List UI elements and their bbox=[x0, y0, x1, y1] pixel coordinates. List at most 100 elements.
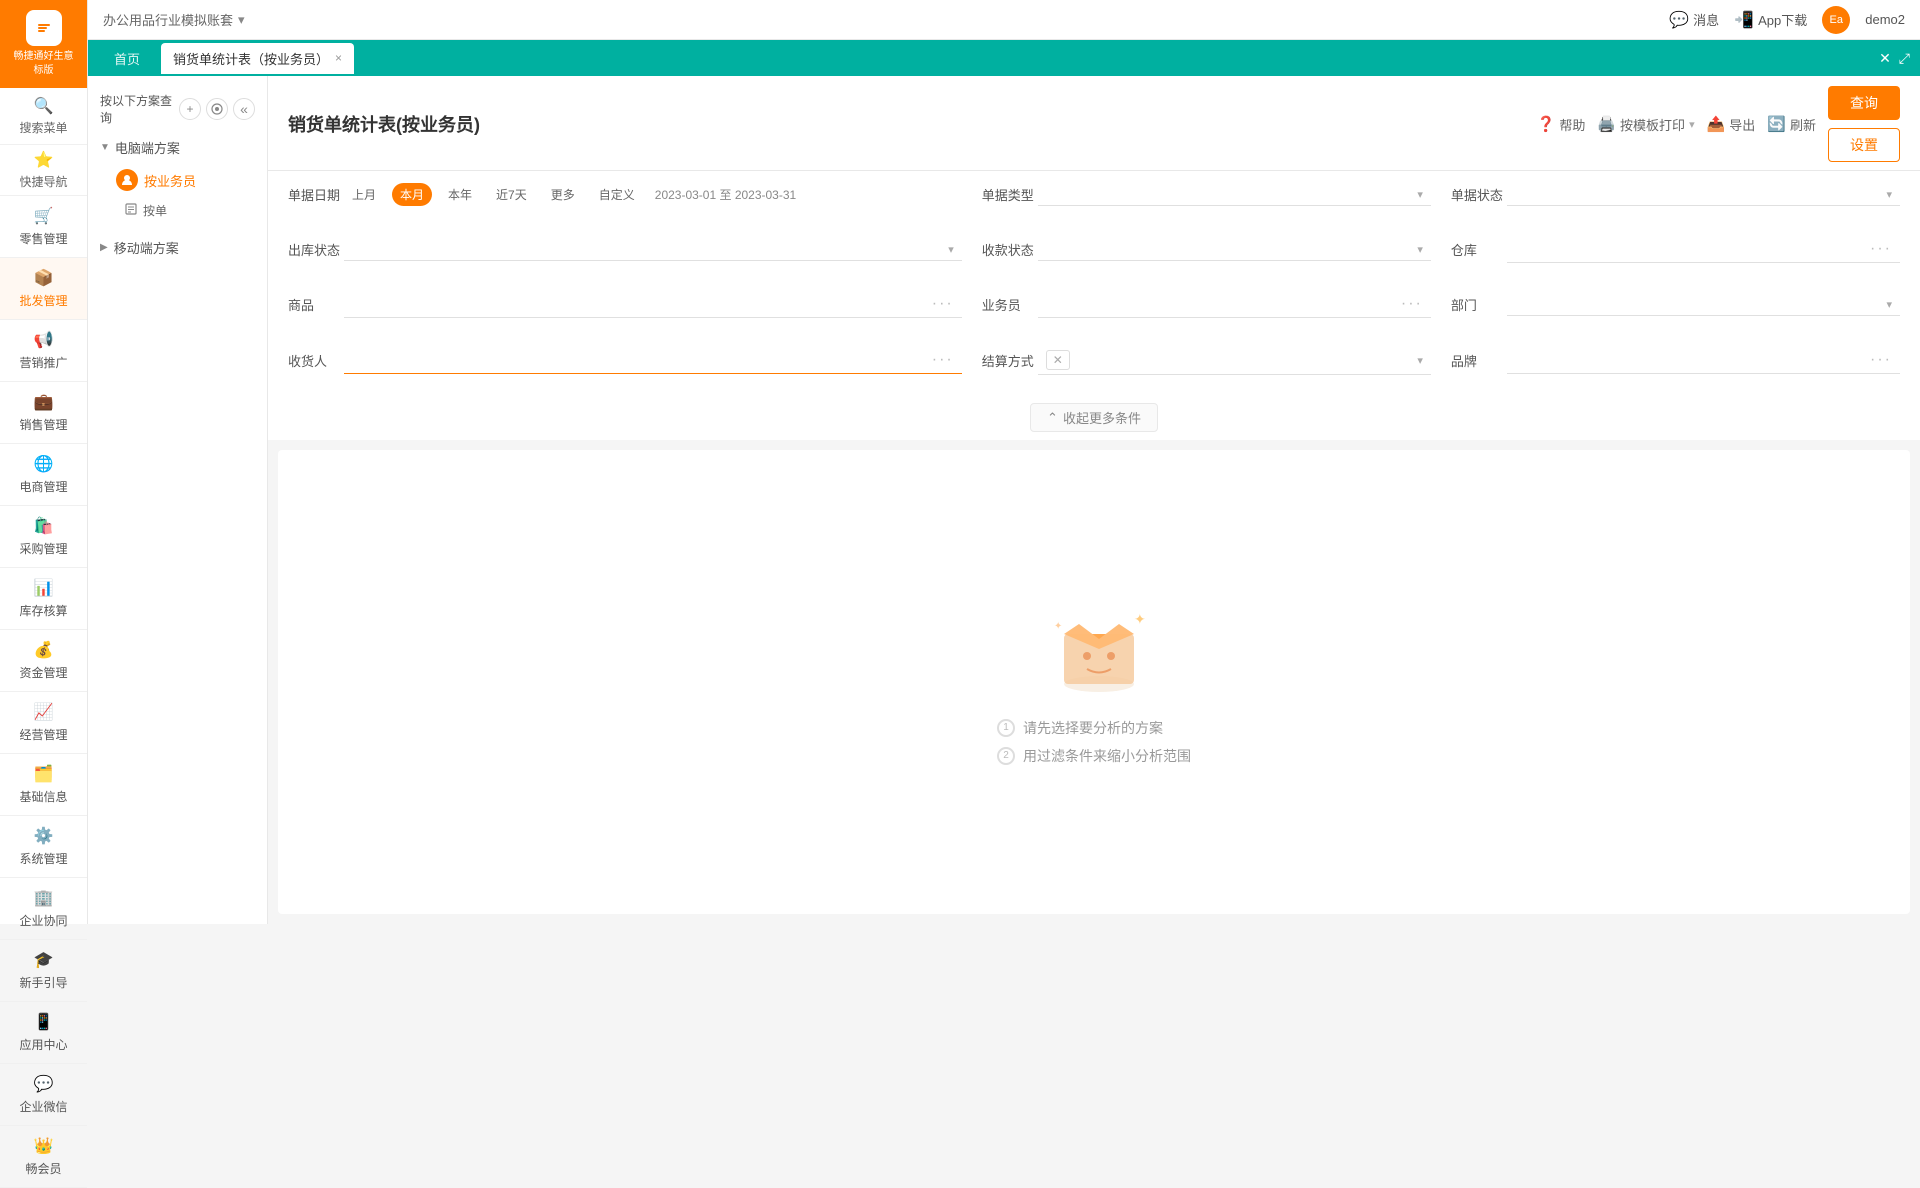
breadcrumb: 办公用品行业模拟账套 ▾ bbox=[103, 10, 1669, 29]
sidebar-item-operations[interactable]: 📈 经营管理 bbox=[0, 692, 87, 754]
print-dropdown-icon[interactable]: ▾ bbox=[1689, 118, 1695, 131]
collapse-panel-btn[interactable]: « bbox=[233, 98, 255, 120]
order-type-input[interactable]: ▾ bbox=[1038, 184, 1431, 206]
sidebar-item-member[interactable]: 👑 畅会员 bbox=[0, 1126, 87, 1188]
purchase-icon: 🛍️ bbox=[34, 516, 54, 536]
sidebar-item-retail[interactable]: 🛒 零售管理 bbox=[0, 196, 87, 258]
department-input[interactable]: ▾ bbox=[1507, 294, 1900, 316]
date-btn-custom[interactable]: 自定义 bbox=[591, 183, 643, 206]
tab-active[interactable]: 销货单统计表（按业务员） × bbox=[161, 43, 354, 74]
sidebar-item-purchase[interactable]: 🛍️ 采购管理 bbox=[0, 506, 87, 568]
filter-row-4: 收货人 ··· 结算方式 ✕ ▾ bbox=[288, 338, 1900, 383]
filter-department-field: 部门 ▾ bbox=[1451, 294, 1900, 316]
sidebar-inventory-label: 库存核算 bbox=[19, 602, 67, 619]
warehouse-input[interactable]: ··· bbox=[1507, 236, 1900, 263]
sidebar-logo[interactable]: 畅捷通好生意 标版 bbox=[0, 0, 87, 88]
settlement-input[interactable]: ✕ ▾ bbox=[1038, 346, 1431, 375]
date-btn-last-month[interactable]: 上月 bbox=[344, 183, 384, 206]
filter-recipient-field: 收货人 ··· bbox=[288, 347, 962, 374]
stock-status-dropdown-icon: ▾ bbox=[948, 243, 954, 256]
sidebar-item-system[interactable]: ⚙️ 系统管理 bbox=[0, 816, 87, 878]
app-download-btn[interactable]: 📲 App下载 bbox=[1734, 10, 1807, 30]
empty-hint-2-text: 用过滤条件来缩小分析范围 bbox=[1023, 742, 1191, 770]
messages-icon: 💬 bbox=[1669, 10, 1689, 30]
salesperson-more-icon: ··· bbox=[1401, 295, 1423, 313]
inventory-icon: 📊 bbox=[34, 578, 54, 598]
sidebar-item-marketing[interactable]: 📢 营销推广 bbox=[0, 320, 87, 382]
filter-row-3: 商品 ··· 业务员 ··· 部门 bbox=[288, 283, 1900, 326]
print-btn[interactable]: 🖨️ 按模板打印 ▾ bbox=[1597, 115, 1694, 134]
sales-icon: 💼 bbox=[34, 392, 54, 412]
tab-bar: 首页 销货单统计表（按业务员） × ✕ ⤢ bbox=[88, 40, 1920, 76]
refresh-btn[interactable]: 🔄 刷新 bbox=[1767, 115, 1816, 134]
empty-text: 1 请先选择要分析的方案 2 用过滤条件来缩小分析范围 bbox=[997, 714, 1191, 770]
tab-close-window-btn[interactable]: ✕ bbox=[1879, 50, 1891, 67]
sidebar-wechat-label: 企业微信 bbox=[19, 1098, 67, 1115]
export-btn[interactable]: 📤 导出 bbox=[1707, 115, 1756, 134]
add-scheme-btn[interactable]: + bbox=[179, 98, 201, 120]
sidebar-operations-label: 经营管理 bbox=[19, 726, 67, 743]
sidebar-item-appstore[interactable]: 📱 应用中心 bbox=[0, 1002, 87, 1064]
messages-btn[interactable]: 💬 消息 bbox=[1669, 10, 1719, 30]
salesperson-input[interactable]: ··· bbox=[1038, 291, 1431, 318]
quick-nav-icon: ⭐ bbox=[34, 150, 54, 170]
sidebar-item-sales[interactable]: 💼 销售管理 bbox=[0, 382, 87, 444]
scheme-group-mobile[interactable]: ▶ 移动端方案 bbox=[88, 232, 267, 263]
settings-btn[interactable]: 设置 bbox=[1828, 128, 1900, 162]
salesperson-label: 业务员 bbox=[982, 295, 1038, 314]
filter-order-status-field: 单据状态 ▾ bbox=[1451, 184, 1900, 206]
user-avatar[interactable]: Ea bbox=[1822, 6, 1850, 34]
date-btn-last-7-days[interactable]: 近7天 bbox=[488, 183, 535, 206]
tab-close-btn[interactable]: × bbox=[335, 51, 342, 65]
sidebar-marketing-label: 营销推广 bbox=[19, 354, 67, 371]
sidebar-quick-nav[interactable]: ⭐ 快捷导航 bbox=[0, 145, 87, 196]
date-btn-this-year[interactable]: 本年 bbox=[440, 183, 480, 206]
product-input[interactable]: ··· bbox=[344, 291, 962, 318]
empty-hint-1: 1 请先选择要分析的方案 bbox=[997, 714, 1191, 742]
sidebar-item-finance[interactable]: 💰 资金管理 bbox=[0, 630, 87, 692]
left-panel-actions: + « bbox=[179, 98, 255, 120]
scheme-group-desktop-label[interactable]: ▼ 电脑端方案 bbox=[96, 132, 259, 163]
sidebar-item-inventory[interactable]: 📊 库存核算 bbox=[0, 568, 87, 630]
settlement-tag-close[interactable]: ✕ bbox=[1053, 353, 1063, 367]
scheme-item-by-order[interactable]: 按单 bbox=[96, 197, 259, 224]
query-btn[interactable]: 查询 bbox=[1828, 86, 1900, 120]
scheme-mobile-label: 移动端方案 bbox=[114, 238, 179, 257]
scheme-item-by-salesperson[interactable]: 按业务员 bbox=[96, 163, 259, 197]
logo-text: 畅捷通好生意 标版 bbox=[14, 50, 74, 78]
edit-scheme-btn[interactable] bbox=[206, 98, 228, 120]
svg-text:✦: ✦ bbox=[1134, 611, 1146, 627]
left-panel: 按以下方案查询 + « ▼ 电脑端方案 bbox=[88, 76, 268, 924]
top-bar-actions: 💬 消息 📲 App下载 Ea demo2 bbox=[1669, 6, 1905, 34]
brand-input[interactable]: ··· bbox=[1507, 347, 1900, 374]
sidebar-item-enterprise[interactable]: 🏢 企业协同 bbox=[0, 878, 87, 940]
order-status-input[interactable]: ▾ bbox=[1507, 184, 1900, 206]
page-header: 销货单统计表(按业务员) ❓ 帮助 🖨️ 按模板打印 ▾ 📤 导出 bbox=[268, 76, 1920, 171]
help-btn[interactable]: ❓ 帮助 bbox=[1537, 115, 1586, 134]
filter-warehouse-field: 仓库 ··· bbox=[1451, 236, 1900, 263]
date-btn-this-month[interactable]: 本月 bbox=[392, 183, 432, 206]
newbie-icon: 🎓 bbox=[34, 950, 54, 970]
empty-dot-1: 1 bbox=[997, 719, 1015, 737]
sidebar-item-wholesale[interactable]: 📦 批发管理 bbox=[0, 258, 87, 320]
warehouse-label: 仓库 bbox=[1451, 240, 1507, 259]
collapse-row: ⌃ 收起更多条件 bbox=[288, 395, 1900, 440]
sidebar-item-wechat[interactable]: 💬 企业微信 bbox=[0, 1064, 87, 1126]
sidebar-item-ecommerce[interactable]: 🌐 电商管理 bbox=[0, 444, 87, 506]
finance-icon: 💰 bbox=[34, 640, 54, 660]
breadcrumb-dropdown[interactable]: ▾ bbox=[238, 12, 245, 28]
sidebar-item-newbie[interactable]: 🎓 新手引导 bbox=[0, 940, 87, 1002]
sidebar-item-basic[interactable]: 🗂️ 基础信息 bbox=[0, 754, 87, 816]
member-icon: 👑 bbox=[34, 1136, 54, 1156]
retail-icon: 🛒 bbox=[34, 206, 54, 226]
tab-home[interactable]: 首页 bbox=[98, 43, 156, 74]
collapse-more-btn[interactable]: ⌃ 收起更多条件 bbox=[1030, 403, 1158, 432]
stock-status-input[interactable]: ▾ bbox=[344, 239, 962, 261]
tab-maximize-btn[interactable]: ⤢ bbox=[1899, 50, 1910, 67]
recipient-input[interactable]: ··· bbox=[344, 347, 962, 374]
sidebar-search-item[interactable]: 🔍 搜索菜单 bbox=[0, 88, 87, 145]
payment-status-input[interactable]: ▾ bbox=[1038, 239, 1431, 261]
sidebar-ecommerce-label: 电商管理 bbox=[19, 478, 67, 495]
date-btn-more[interactable]: 更多 bbox=[543, 183, 583, 206]
logo-icon bbox=[26, 10, 62, 46]
